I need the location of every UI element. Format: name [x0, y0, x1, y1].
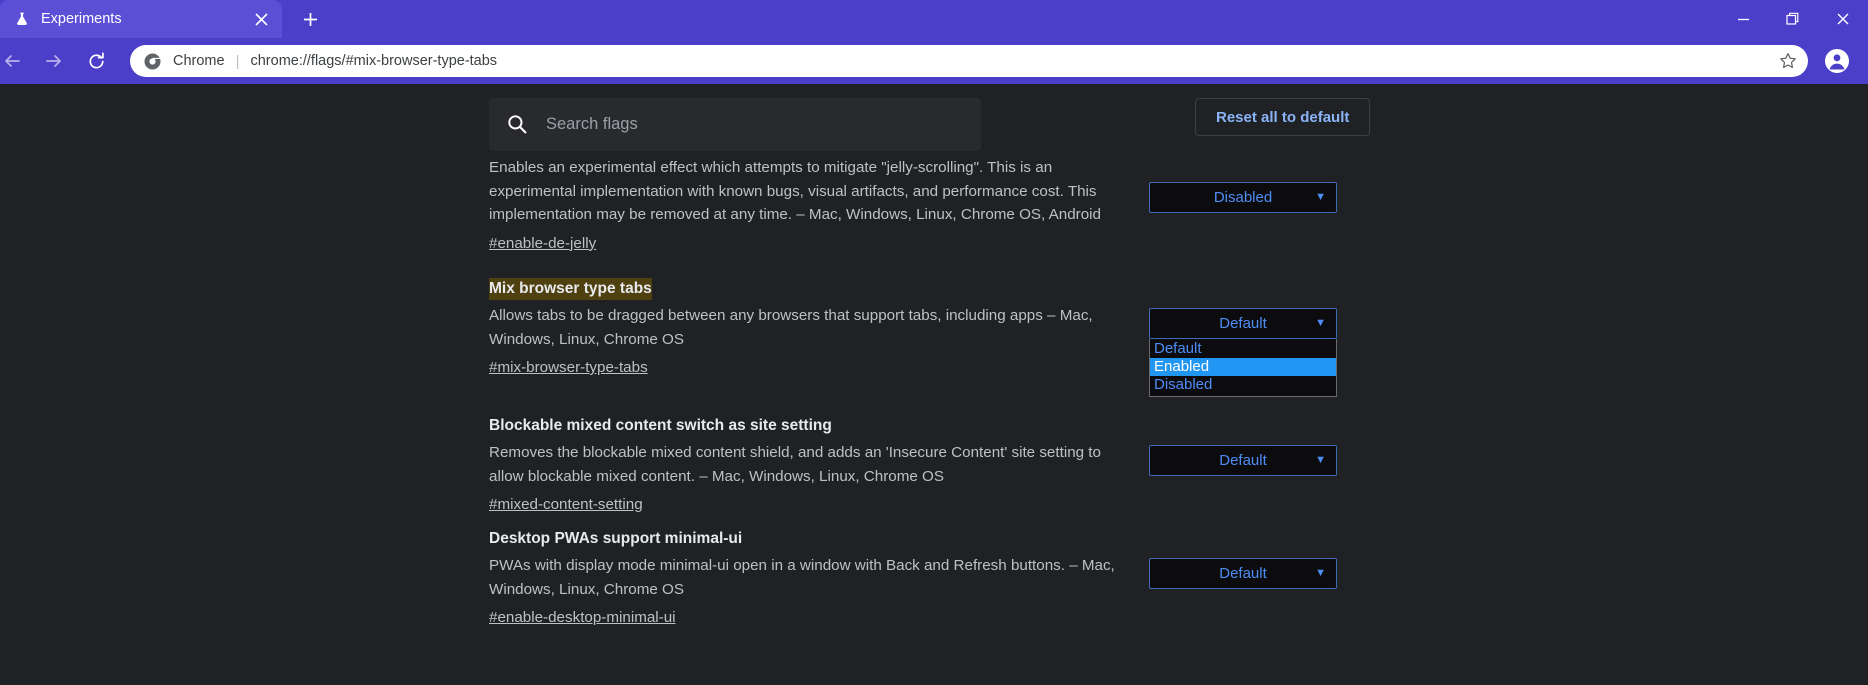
chevron-down-icon: ▼ [1315, 191, 1326, 203]
flag-select-value: Default [1219, 565, 1267, 582]
browser-toolbar: Chrome | chrome://flags/#mix-browser-typ… [0, 38, 1868, 84]
flag-title: Blockable mixed content switch as site s… [489, 417, 832, 434]
flag-select-wrapper: Disabled ▼ [1149, 182, 1337, 213]
close-icon[interactable] [250, 8, 272, 30]
profile-avatar[interactable] [1820, 44, 1854, 78]
flag-text-column: Desktop PWAs support minimal-ui PWAs with… [489, 528, 1149, 629]
flag-entry: Desktop PWAs support minimal-ui PWAs with… [0, 528, 1868, 629]
minimize-button[interactable] [1718, 0, 1768, 38]
forward-button[interactable] [36, 43, 72, 79]
flag-entry: Blockable mixed content switch as site s… [0, 415, 1868, 516]
search-row: Reset all to default [0, 98, 1868, 151]
flag-select-value: Default [1219, 315, 1267, 332]
address-bar[interactable]: Chrome | chrome://flags/#mix-browser-typ… [130, 45, 1808, 77]
flag-text-column: Blockable mixed content switch as site s… [489, 415, 1149, 516]
restore-button[interactable] [1768, 0, 1818, 38]
flag-permalink[interactable]: #mix-browser-type-tabs [489, 356, 648, 379]
flag-title: Mix browser type tabs [489, 278, 652, 300]
flag-title: Desktop PWAs support minimal-ui [489, 530, 743, 547]
flag-select-value: Default [1219, 452, 1267, 469]
flags-page-inner: Reset all to default Enables an experime… [0, 84, 1868, 626]
flag-select[interactable]: Default ▼ [1149, 445, 1337, 476]
tab-strip: Experiments [0, 0, 1868, 38]
flag-entry: Enables an experimental effect which att… [0, 152, 1868, 255]
chrome-logo-icon [143, 52, 161, 70]
window-controls [1718, 0, 1868, 38]
flag-select[interactable]: Default ▼ [1149, 308, 1337, 339]
flag-entry: Mix browser type tabs Allows tabs to be d… [0, 278, 1868, 397]
flag-description: Allows tabs to be dragged between any br… [489, 307, 1093, 348]
flag-text-column: Enables an experimental effect which att… [489, 152, 1149, 255]
flag-select-dropdown[interactable]: Default Enabled Disabled [1149, 339, 1337, 397]
omnibox-scheme-label: Chrome [173, 53, 225, 69]
flag-description: PWAs with display mode minimal-ui open i… [489, 557, 1115, 598]
omnibox-url-text: chrome://flags/#mix-browser-type-tabs [250, 53, 498, 69]
reload-button[interactable] [78, 43, 114, 79]
chevron-down-icon: ▼ [1315, 317, 1326, 329]
browser-tab-experiments[interactable]: Experiments [0, 0, 282, 38]
bookmark-star-icon[interactable] [1774, 47, 1802, 75]
flag-permalink[interactable]: #enable-de-jelly [489, 232, 596, 255]
back-button[interactable] [0, 43, 30, 79]
search-input[interactable] [546, 115, 963, 134]
flag-select-value: Disabled [1213, 189, 1273, 206]
close-window-button[interactable] [1818, 0, 1868, 38]
tab-title: Experiments [41, 11, 122, 27]
flag-select-option[interactable]: Default [1150, 340, 1336, 358]
search-icon [507, 114, 529, 136]
flag-text-column: Mix browser type tabs Allows tabs to be d… [489, 278, 1149, 379]
chevron-down-icon: ▼ [1315, 567, 1326, 579]
flag-select-option[interactable]: Enabled [1150, 358, 1336, 376]
flag-select-wrapper: Default ▼ [1149, 558, 1337, 589]
search-flags-box[interactable] [489, 98, 981, 151]
flag-select-wrapper: Default ▼ [1149, 445, 1337, 476]
flags-page: Reset all to default Enables an experime… [0, 84, 1868, 685]
flag-select-wrapper: Default ▼ Default Enabled Disabled [1149, 308, 1337, 397]
flag-description: Enables an experimental effect which att… [489, 159, 1101, 223]
flag-select[interactable]: Default ▼ [1149, 558, 1337, 589]
new-tab-button[interactable] [292, 1, 328, 37]
flag-select[interactable]: Disabled ▼ [1149, 182, 1337, 213]
browser-window: Experiments Chrome | chrome://flags/#mix… [0, 0, 1868, 685]
flag-permalink[interactable]: #mixed-content-setting [489, 493, 643, 516]
reset-all-to-default-button[interactable]: Reset all to default [1195, 98, 1371, 136]
chevron-down-icon: ▼ [1315, 454, 1326, 466]
flag-select-option[interactable]: Disabled [1150, 376, 1336, 394]
flag-description: Removes the blockable mixed content shie… [489, 444, 1101, 485]
flask-icon [13, 11, 30, 28]
flag-permalink[interactable]: #enable-desktop-minimal-ui [489, 606, 676, 629]
omnibox-separator: | [235, 52, 240, 70]
